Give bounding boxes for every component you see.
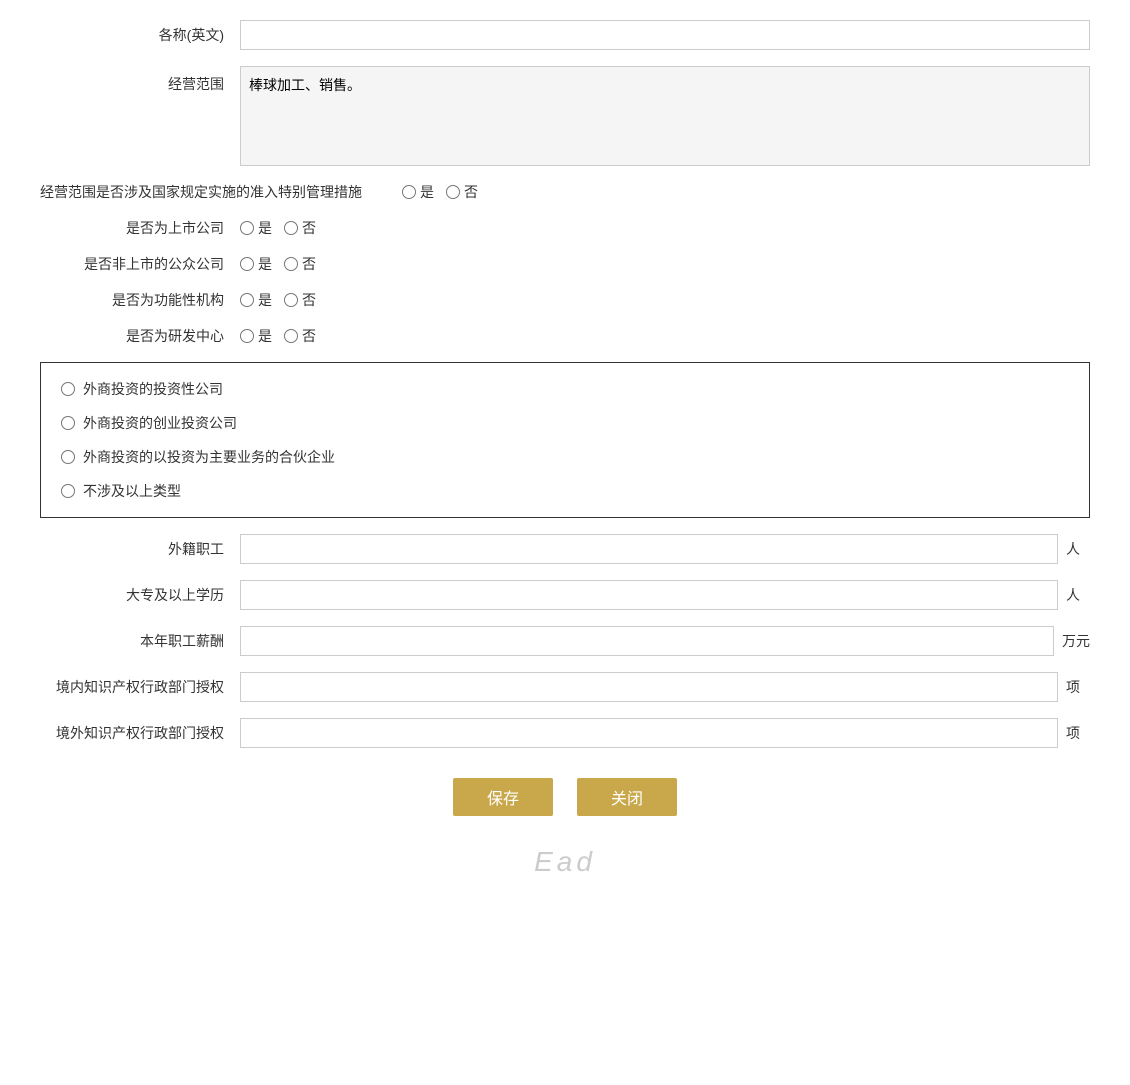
rd-yes-option[interactable]: 是 <box>240 326 272 346</box>
foreign-staff-input[interactable] <box>240 534 1058 564</box>
foreign-staff-unit: 人 <box>1066 539 1090 559</box>
rd-no-option[interactable]: 否 <box>284 326 316 346</box>
business-scope-textarea[interactable]: 棒球加工、销售。 <box>240 66 1090 166</box>
foreign-staff-row: 外籍职工 人 <box>40 534 1090 564</box>
special-mgmt-row: 经营范围是否涉及国家规定实施的准入特别管理措施 是 否 <box>40 182 1090 202</box>
button-row: 保存 关闭 <box>40 778 1090 816</box>
domestic-ip-label: 境内知识产权行政部门授权 <box>40 677 240 697</box>
listed-company-label: 是否为上市公司 <box>40 218 240 238</box>
rd-yes-radio[interactable] <box>240 329 254 343</box>
listed-no-radio[interactable] <box>284 221 298 235</box>
foreign-ip-unit: 项 <box>1066 723 1090 743</box>
special-mgmt-yes-label: 是 <box>420 182 434 202</box>
investment-type-option-2[interactable]: 外商投资的创业投资公司 <box>61 413 1069 433</box>
functional-yes-radio[interactable] <box>240 293 254 307</box>
investment-type-label-2: 外商投资的创业投资公司 <box>83 413 237 433</box>
foreign-ip-row: 境外知识产权行政部门授权 项 <box>40 718 1090 748</box>
annual-salary-unit: 万元 <box>1062 631 1090 651</box>
special-mgmt-yes-option[interactable]: 是 <box>402 182 434 202</box>
unlisted-public-label: 是否非上市的公众公司 <box>40 254 240 274</box>
close-button[interactable]: 关闭 <box>577 778 677 816</box>
foreign-ip-label: 境外知识产权行政部门授权 <box>40 723 240 743</box>
form-container: 各称(英文) 经营范围 棒球加工、销售。 经营范围是否涉及国家规定实施的准入特别… <box>40 20 1090 878</box>
special-mgmt-no-label: 否 <box>464 182 478 202</box>
name-en-label: 各称(英文) <box>40 25 240 45</box>
investment-type-radio-4[interactable] <box>61 484 75 498</box>
rd-center-row: 是否为研发中心 是 否 <box>40 326 1090 346</box>
foreign-staff-label: 外籍职工 <box>40 539 240 559</box>
unlisted-no-label: 否 <box>302 254 316 274</box>
business-scope-row: 经营范围 棒球加工、销售。 <box>40 66 1090 166</box>
functional-no-label: 否 <box>302 290 316 310</box>
unlisted-no-option[interactable]: 否 <box>284 254 316 274</box>
listed-yes-radio[interactable] <box>240 221 254 235</box>
functional-no-option[interactable]: 否 <box>284 290 316 310</box>
investment-type-radio-2[interactable] <box>61 416 75 430</box>
rd-no-radio[interactable] <box>284 329 298 343</box>
listed-no-label: 否 <box>302 218 316 238</box>
investment-type-label-1: 外商投资的投资性公司 <box>83 379 223 399</box>
watermark-text: Ead <box>40 846 1090 878</box>
special-mgmt-no-option[interactable]: 否 <box>446 182 478 202</box>
functional-radio-group: 是 否 <box>240 290 316 310</box>
unlisted-yes-radio[interactable] <box>240 257 254 271</box>
listed-yes-option[interactable]: 是 <box>240 218 272 238</box>
functional-org-row: 是否为功能性机构 是 否 <box>40 290 1090 310</box>
annual-salary-row: 本年职工薪酬 万元 <box>40 626 1090 656</box>
unlisted-radio-group: 是 否 <box>240 254 316 274</box>
rd-radio-group: 是 否 <box>240 326 316 346</box>
domestic-ip-input[interactable] <box>240 672 1058 702</box>
unlisted-no-radio[interactable] <box>284 257 298 271</box>
name-en-input[interactable] <box>240 20 1090 50</box>
investment-type-option-3[interactable]: 外商投资的以投资为主要业务的合伙企业 <box>61 447 1069 467</box>
college-edu-label: 大专及以上学历 <box>40 585 240 605</box>
domestic-ip-row: 境内知识产权行政部门授权 项 <box>40 672 1090 702</box>
annual-salary-label: 本年职工薪酬 <box>40 631 240 651</box>
listed-no-option[interactable]: 否 <box>284 218 316 238</box>
functional-yes-option[interactable]: 是 <box>240 290 272 310</box>
special-mgmt-radio-group: 是 否 <box>402 182 478 202</box>
foreign-ip-input[interactable] <box>240 718 1058 748</box>
unlisted-yes-option[interactable]: 是 <box>240 254 272 274</box>
functional-org-label: 是否为功能性机构 <box>40 290 240 310</box>
domestic-ip-unit: 项 <box>1066 677 1090 697</box>
business-scope-label: 经营范围 <box>40 66 240 94</box>
college-edu-unit: 人 <box>1066 585 1090 605</box>
investment-type-box: 外商投资的投资性公司 外商投资的创业投资公司 外商投资的以投资为主要业务的合伙企… <box>40 362 1090 518</box>
listed-yes-label: 是 <box>258 218 272 238</box>
functional-yes-label: 是 <box>258 290 272 310</box>
investment-type-label-4: 不涉及以上类型 <box>83 481 181 501</box>
special-mgmt-yes-radio[interactable] <box>402 185 416 199</box>
investment-type-radio-3[interactable] <box>61 450 75 464</box>
rd-no-label: 否 <box>302 326 316 346</box>
rd-yes-label: 是 <box>258 326 272 346</box>
unlisted-yes-label: 是 <box>258 254 272 274</box>
special-mgmt-label: 经营范围是否涉及国家规定实施的准入特别管理措施 <box>40 182 362 202</box>
functional-no-radio[interactable] <box>284 293 298 307</box>
investment-type-option-4[interactable]: 不涉及以上类型 <box>61 481 1069 501</box>
investment-type-option-1[interactable]: 外商投资的投资性公司 <box>61 379 1069 399</box>
save-button[interactable]: 保存 <box>453 778 553 816</box>
name-en-row: 各称(英文) <box>40 20 1090 50</box>
annual-salary-input[interactable] <box>240 626 1054 656</box>
special-mgmt-no-radio[interactable] <box>446 185 460 199</box>
college-edu-input[interactable] <box>240 580 1058 610</box>
investment-type-radio-1[interactable] <box>61 382 75 396</box>
unlisted-public-row: 是否非上市的公众公司 是 否 <box>40 254 1090 274</box>
rd-center-label: 是否为研发中心 <box>40 326 240 346</box>
college-edu-row: 大专及以上学历 人 <box>40 580 1090 610</box>
investment-type-label-3: 外商投资的以投资为主要业务的合伙企业 <box>83 447 335 467</box>
listed-company-row: 是否为上市公司 是 否 <box>40 218 1090 238</box>
listed-radio-group: 是 否 <box>240 218 316 238</box>
